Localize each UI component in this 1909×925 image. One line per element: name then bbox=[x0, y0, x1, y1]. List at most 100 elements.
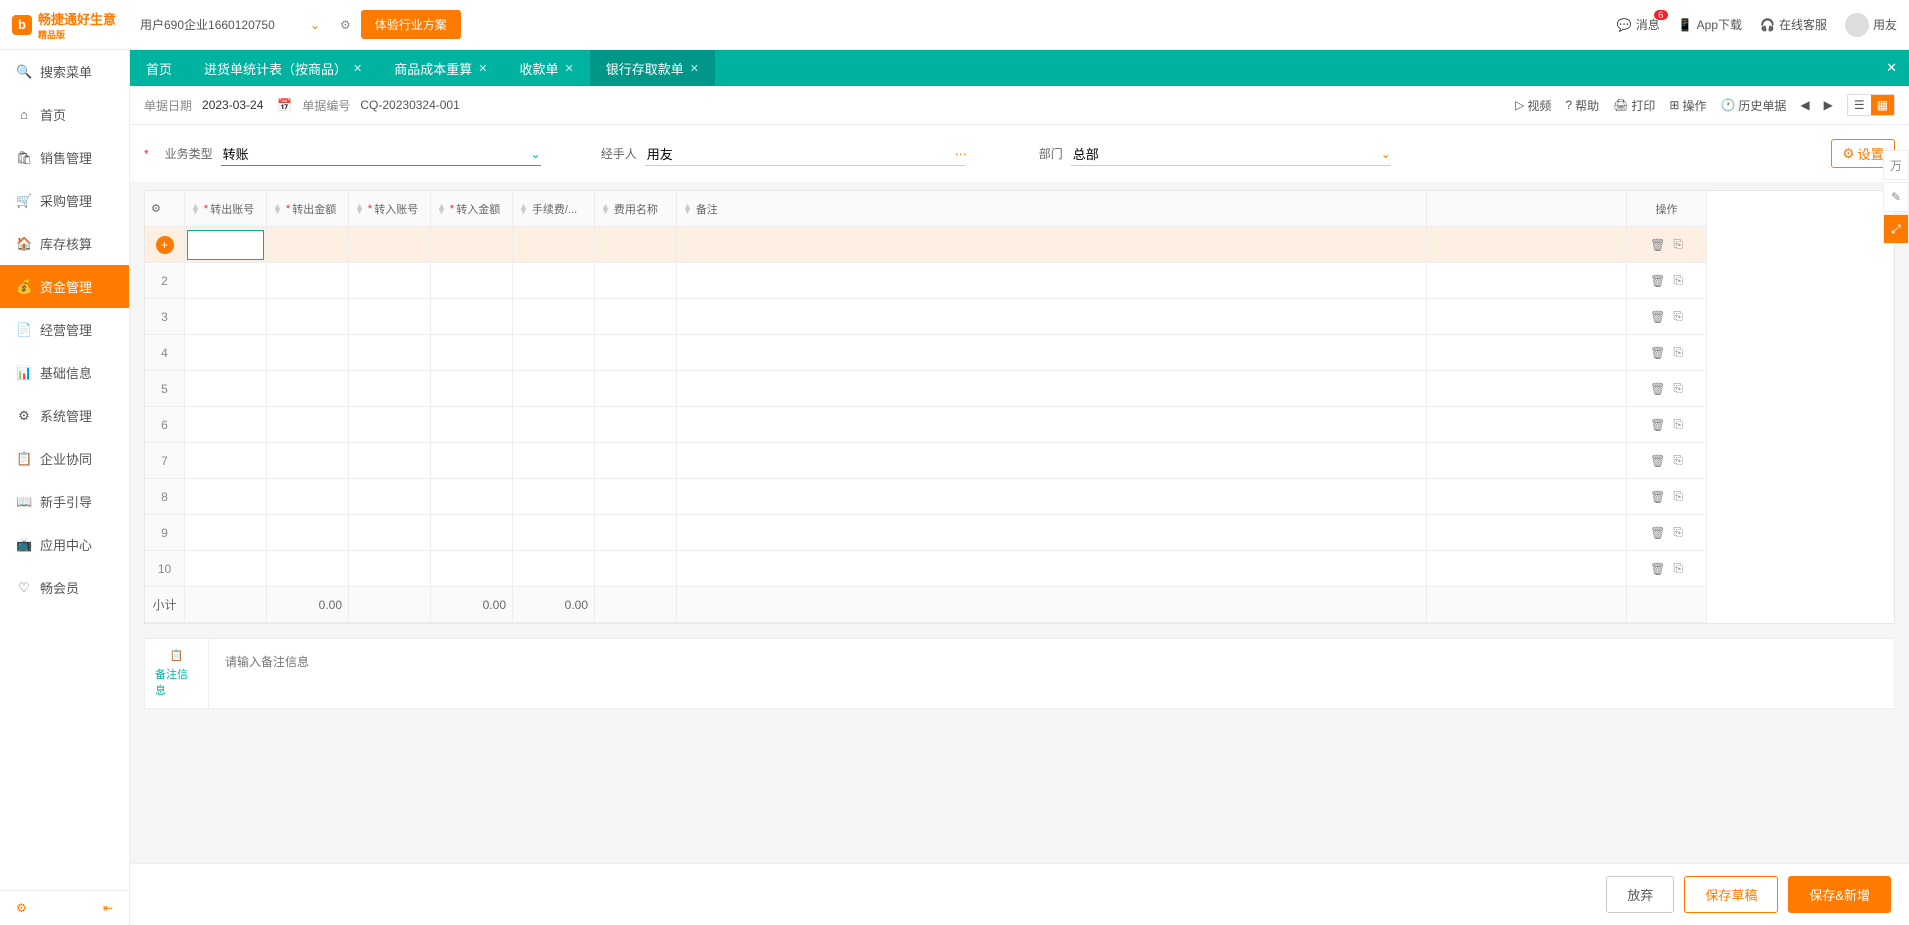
cell[interactable] bbox=[595, 371, 677, 407]
cell[interactable] bbox=[431, 407, 513, 443]
cell[interactable] bbox=[267, 479, 349, 515]
view-card[interactable]: ▦ bbox=[1871, 95, 1894, 115]
cell[interactable] bbox=[185, 371, 267, 407]
col-in-amt[interactable]: ▲▼*转入金额 bbox=[431, 191, 513, 227]
cell[interactable] bbox=[677, 407, 1427, 443]
cell[interactable] bbox=[431, 263, 513, 299]
cell[interactable] bbox=[1427, 479, 1627, 515]
cell[interactable] bbox=[513, 263, 595, 299]
user-select[interactable]: 用户690企业1660120750 ⌄ bbox=[130, 16, 330, 33]
cell[interactable] bbox=[677, 263, 1427, 299]
cell[interactable] bbox=[513, 443, 595, 479]
cell[interactable] bbox=[595, 479, 677, 515]
support-link[interactable]: 🎧 在线客服 bbox=[1760, 16, 1827, 33]
close-icon[interactable]: ✕ bbox=[690, 62, 699, 75]
cell[interactable] bbox=[349, 515, 431, 551]
copy-icon[interactable]: ⎘ bbox=[1673, 237, 1683, 252]
delete-icon[interactable]: 🗑 bbox=[1650, 310, 1665, 324]
cell[interactable] bbox=[1427, 335, 1627, 371]
date-value[interactable]: 2023-03-24 bbox=[202, 98, 263, 112]
copy-icon[interactable]: ⎘ bbox=[1673, 525, 1683, 540]
sidebar-item-apps[interactable]: 📺应用中心 bbox=[0, 523, 129, 566]
delete-icon[interactable]: 🗑 bbox=[1650, 418, 1665, 432]
view-list[interactable]: ☰ bbox=[1848, 95, 1871, 115]
calendar-icon[interactable]: 📅 bbox=[277, 98, 292, 112]
cell[interactable] bbox=[1427, 227, 1627, 263]
delete-icon[interactable]: 🗑 bbox=[1650, 382, 1665, 396]
next-icon[interactable]: ▶ bbox=[1824, 98, 1833, 112]
col-fee-name[interactable]: ▲▼费用名称 bbox=[595, 191, 677, 227]
chevron-down-icon[interactable]: ⌄ bbox=[1381, 147, 1391, 161]
copy-icon[interactable]: ⎘ bbox=[1673, 381, 1683, 396]
cell[interactable] bbox=[185, 479, 267, 515]
cell[interactable] bbox=[185, 551, 267, 587]
prev-icon[interactable]: ◀ bbox=[1800, 98, 1809, 112]
cell[interactable] bbox=[1427, 371, 1627, 407]
cell[interactable] bbox=[1427, 263, 1627, 299]
cell[interactable] bbox=[513, 227, 595, 263]
tab-home[interactable]: 首页 bbox=[130, 50, 188, 86]
delete-icon[interactable]: 🗑 bbox=[1650, 346, 1665, 360]
handler-input[interactable] bbox=[645, 142, 965, 166]
sidebar-item-search[interactable]: 🔍搜索菜单 bbox=[0, 50, 129, 93]
cell[interactable] bbox=[513, 299, 595, 335]
delete-icon[interactable]: 🗑 bbox=[1650, 238, 1665, 252]
cell[interactable] bbox=[185, 515, 267, 551]
cell[interactable] bbox=[431, 335, 513, 371]
tab-bank[interactable]: 银行存取款单✕ bbox=[590, 50, 715, 86]
rightbar-item[interactable]: ⤢ bbox=[1883, 214, 1909, 244]
cell[interactable] bbox=[185, 407, 267, 443]
cell[interactable] bbox=[595, 263, 677, 299]
cell[interactable] bbox=[595, 407, 677, 443]
cell[interactable] bbox=[1427, 443, 1627, 479]
help-link[interactable]: ? 帮助 bbox=[1565, 97, 1599, 114]
cell[interactable] bbox=[677, 551, 1427, 587]
cell[interactable] bbox=[431, 371, 513, 407]
cell[interactable] bbox=[349, 443, 431, 479]
cell[interactable] bbox=[267, 443, 349, 479]
col-in-acc[interactable]: ▲▼*转入账号 bbox=[349, 191, 431, 227]
sidebar-item-inventory[interactable]: 🏠库存核算 bbox=[0, 222, 129, 265]
remark-input[interactable] bbox=[209, 639, 1894, 685]
cell[interactable] bbox=[513, 551, 595, 587]
dept-input[interactable] bbox=[1071, 142, 1391, 166]
sidebar-item-system[interactable]: ⚙系统管理 bbox=[0, 394, 129, 437]
print-link[interactable]: 🖨 打印 bbox=[1613, 97, 1655, 114]
tab-cost[interactable]: 商品成本重算✕ bbox=[378, 50, 503, 86]
cell[interactable] bbox=[267, 551, 349, 587]
cell[interactable] bbox=[431, 479, 513, 515]
cell[interactable] bbox=[513, 371, 595, 407]
cell[interactable] bbox=[185, 263, 267, 299]
copy-icon[interactable]: ⎘ bbox=[1673, 453, 1683, 468]
delete-icon[interactable]: 🗑 bbox=[1650, 490, 1665, 504]
rightbar-item[interactable]: 万 bbox=[1883, 150, 1909, 180]
cell[interactable] bbox=[431, 443, 513, 479]
cell[interactable] bbox=[349, 335, 431, 371]
copy-icon[interactable]: ⎘ bbox=[1673, 273, 1683, 288]
cell[interactable] bbox=[267, 515, 349, 551]
sidebar-item-guide[interactable]: 📖新手引导 bbox=[0, 480, 129, 523]
cell[interactable] bbox=[349, 299, 431, 335]
add-row[interactable]: + bbox=[145, 227, 185, 263]
cell[interactable] bbox=[677, 479, 1427, 515]
copy-icon[interactable]: ⎘ bbox=[1673, 561, 1683, 576]
cell[interactable] bbox=[431, 227, 513, 263]
cell[interactable] bbox=[595, 335, 677, 371]
cell[interactable] bbox=[349, 551, 431, 587]
sidebar-item-basic[interactable]: 📊基础信息 bbox=[0, 351, 129, 394]
sidebar-item-sales[interactable]: 🛍销售管理 bbox=[0, 136, 129, 179]
sidebar-item-business[interactable]: 📄经营管理 bbox=[0, 308, 129, 351]
delete-icon[interactable]: 🗑 bbox=[1650, 562, 1665, 576]
cell[interactable] bbox=[349, 227, 431, 263]
chevron-down-icon[interactable]: ⌄ bbox=[531, 147, 541, 161]
col-fee[interactable]: ▲▼手续费/... bbox=[513, 191, 595, 227]
cell[interactable] bbox=[1427, 407, 1627, 443]
cell[interactable] bbox=[431, 299, 513, 335]
rightbar-item[interactable]: ✎ bbox=[1883, 182, 1909, 212]
cell[interactable] bbox=[595, 299, 677, 335]
tab-receipt[interactable]: 收款单✕ bbox=[503, 50, 589, 86]
cell[interactable] bbox=[595, 443, 677, 479]
settings-icon[interactable]: ⚙ bbox=[16, 901, 27, 915]
cell-edit[interactable] bbox=[185, 227, 267, 263]
cell[interactable] bbox=[267, 335, 349, 371]
